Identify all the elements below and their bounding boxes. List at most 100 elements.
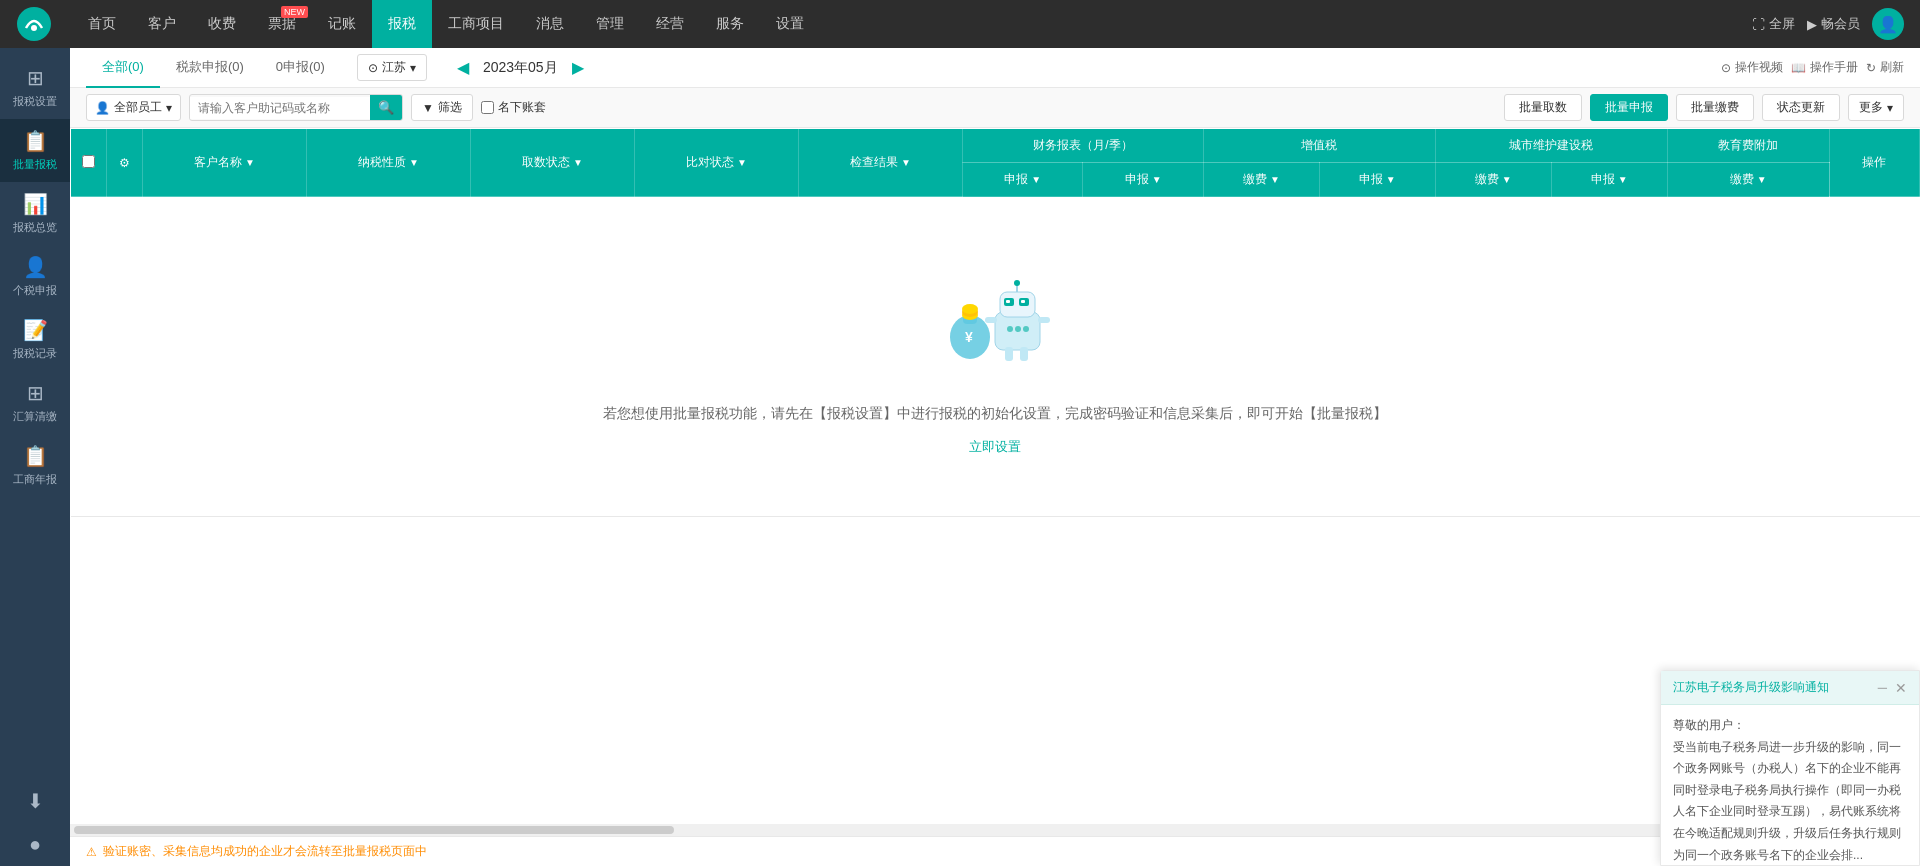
horizontal-scrollbar[interactable] xyxy=(70,824,1920,836)
tax-overview-icon: 📊 xyxy=(23,192,48,216)
video-action[interactable]: ⊙ 操作视频 xyxy=(1721,59,1783,76)
search-button[interactable]: 🔍 xyxy=(370,95,402,120)
search-input[interactable] xyxy=(190,97,370,119)
nav-home[interactable]: 首页 xyxy=(72,0,132,48)
notification-title: 江苏电子税务局升级影响通知 xyxy=(1673,679,1829,696)
app-logo[interactable] xyxy=(16,6,52,42)
status-update-btn[interactable]: 状态更新 xyxy=(1762,94,1840,121)
refresh-action[interactable]: ↻ 刷新 xyxy=(1866,59,1904,76)
sidebar-item-annual-report[interactable]: 📋 工商年报 xyxy=(0,434,70,497)
col-check-result: 检查结果▼ xyxy=(798,129,962,197)
nav-customer[interactable]: 客户 xyxy=(132,0,192,48)
member-btn[interactable]: ▶ 畅会员 xyxy=(1807,15,1860,33)
tab-bar: 全部(0) 税款申报(0) 0申报(0) ⊙ 江苏 ▾ ◀ 2023年05月 ▶… xyxy=(70,48,1920,88)
col-vat-dec-filter-icon[interactable]: ▼ xyxy=(1152,174,1162,185)
col-urban-declare: 申报▼ xyxy=(1319,163,1435,197)
nav-accounting[interactable]: 记账 xyxy=(312,0,372,48)
tab-all[interactable]: 全部(0) xyxy=(86,48,160,88)
personal-tax-icon: 👤 xyxy=(23,255,48,279)
sidebar-item-help[interactable]: ● xyxy=(0,823,70,866)
sidebar-item-tax-record[interactable]: 📝 报税记录 xyxy=(0,308,70,371)
sidebar-item-tax-overview[interactable]: 📊 报税总览 xyxy=(0,182,70,245)
batch-declare-btn[interactable]: 批量申报 xyxy=(1590,94,1668,121)
col-edu-pay-filter-icon[interactable]: ▼ xyxy=(1757,174,1767,185)
download-icon: ⬇ xyxy=(27,789,44,813)
batch-fetch-btn[interactable]: 批量取数 xyxy=(1504,94,1582,121)
notification-minimize-icon[interactable]: ─ xyxy=(1878,680,1887,695)
nav-tax[interactable]: 报税 xyxy=(372,0,432,48)
h-scroll-thumb[interactable] xyxy=(74,826,674,834)
annual-settle-icon: ⊞ xyxy=(27,381,44,405)
manual-action[interactable]: 📖 操作手册 xyxy=(1791,59,1858,76)
col-fetch-status-filter-icon[interactable]: ▼ xyxy=(573,157,583,168)
sidebar-item-annual-settle[interactable]: ⊞ 汇算清缴 xyxy=(0,371,70,434)
content-main: ⚙ 客户名称▼ 纳税性质▼ 取数状态▼ xyxy=(70,128,1920,866)
settings-col-icon[interactable]: ⚙ xyxy=(119,156,130,170)
col-vat-pay-filter-icon[interactable]: ▼ xyxy=(1270,174,1280,185)
col-financial-declare: 申报▼ xyxy=(962,163,1082,197)
tab-zero-declare[interactable]: 0申报(0) xyxy=(260,48,341,88)
bottom-status: ⚠ 验证账密、采集信息均成功的企业才会流转至批量报税页面中 xyxy=(70,836,1920,866)
account-checkbox-label[interactable]: 名下账套 xyxy=(481,99,546,116)
nav-invoice[interactable]: 票据 NEW xyxy=(252,0,312,48)
svg-point-1 xyxy=(31,25,37,31)
svg-rect-18 xyxy=(1005,347,1013,361)
col-vat-pay: 缴费▼ xyxy=(1203,163,1319,197)
table-container[interactable]: ⚙ 客户名称▼ 纳税性质▼ 取数状态▼ xyxy=(70,128,1920,824)
fullscreen-btn[interactable]: ⛶ 全屏 xyxy=(1752,15,1795,33)
col-check-result-filter-icon[interactable]: ▼ xyxy=(901,157,911,168)
nav-operate[interactable]: 经营 xyxy=(640,0,700,48)
nav-message[interactable]: 消息 xyxy=(520,0,580,48)
employee-chevron-icon: ▾ xyxy=(166,101,172,115)
sidebar-item-personal-tax[interactable]: 👤 个税申报 xyxy=(0,245,70,308)
employee-filter[interactable]: 👤 全部员工 ▾ xyxy=(86,94,181,121)
nav-fee[interactable]: 收费 xyxy=(192,0,252,48)
user-avatar[interactable]: 👤 xyxy=(1872,8,1904,40)
nav-manage[interactable]: 管理 xyxy=(580,0,640,48)
batch-pay-btn[interactable]: 批量缴费 xyxy=(1676,94,1754,121)
col-edu-surcharge: 教育费附加 xyxy=(1667,129,1829,163)
sidebar-item-download[interactable]: ⬇ xyxy=(0,779,70,823)
nav-settings[interactable]: 设置 xyxy=(760,0,820,48)
sidebar-item-tax-settings[interactable]: ⊞ 报税设置 xyxy=(0,56,70,119)
notification-greeting: 尊敬的用户： xyxy=(1673,715,1907,737)
province-selector[interactable]: ⊙ 江苏 ▾ xyxy=(357,54,427,81)
col-vat-declare: 申报▼ xyxy=(1083,163,1203,197)
date-prev-btn[interactable]: ◀ xyxy=(451,56,475,80)
col-edu-dec-filter-icon[interactable]: ▼ xyxy=(1618,174,1628,185)
col-customer-name: 客户名称▼ xyxy=(143,129,307,197)
col-customer-filter-icon[interactable]: ▼ xyxy=(245,157,255,168)
sidebar-item-batch-tax[interactable]: 📋 批量报税 xyxy=(0,119,70,182)
col-urban-pay-filter-icon[interactable]: ▼ xyxy=(1502,174,1512,185)
col-urban-dec-filter-icon[interactable]: ▼ xyxy=(1386,174,1396,185)
col-compare-status-filter-icon[interactable]: ▼ xyxy=(737,157,747,168)
nav-service[interactable]: 服务 xyxy=(700,0,760,48)
svg-point-20 xyxy=(1007,326,1013,332)
tab-bar-right: ⊙ 操作视频 📖 操作手册 ↻ 刷新 xyxy=(1721,59,1904,76)
date-next-btn[interactable]: ▶ xyxy=(566,56,590,80)
col-urban-tax: 城市维护建设税 xyxy=(1435,129,1667,163)
svg-point-21 xyxy=(1015,326,1021,332)
tax-settings-icon: ⊞ xyxy=(27,66,44,90)
svg-rect-17 xyxy=(1038,317,1050,323)
empty-row: ¥ xyxy=(71,197,1920,517)
filter-btn[interactable]: ▼ 筛选 xyxy=(411,94,473,121)
col-tax-nature: 纳税性质▼ xyxy=(306,129,470,197)
sidebar-label-annual-report: 工商年报 xyxy=(13,472,57,487)
col-edu-pay: 缴费▼ xyxy=(1667,163,1829,197)
select-all-checkbox[interactable] xyxy=(82,155,95,168)
account-checkbox[interactable] xyxy=(481,101,494,114)
nav-business[interactable]: 工商项目 xyxy=(432,0,520,48)
setup-link[interactable]: 立即设置 xyxy=(969,438,1021,456)
employee-label: 全部员工 xyxy=(114,99,162,116)
notification-close-btn[interactable]: ✕ xyxy=(1895,680,1907,696)
col-fin-dec-filter-icon[interactable]: ▼ xyxy=(1031,174,1041,185)
empty-state: ¥ xyxy=(81,217,1910,496)
svg-rect-13 xyxy=(1021,300,1025,303)
tab-tax-declare[interactable]: 税款申报(0) xyxy=(160,48,260,88)
more-btn[interactable]: 更多 ▾ xyxy=(1848,94,1904,121)
col-fetch-status: 取数状态▼ xyxy=(470,129,634,197)
employee-icon: 👤 xyxy=(95,101,110,115)
col-tax-nature-filter-icon[interactable]: ▼ xyxy=(409,157,419,168)
refresh-icon: ↻ xyxy=(1866,61,1876,75)
